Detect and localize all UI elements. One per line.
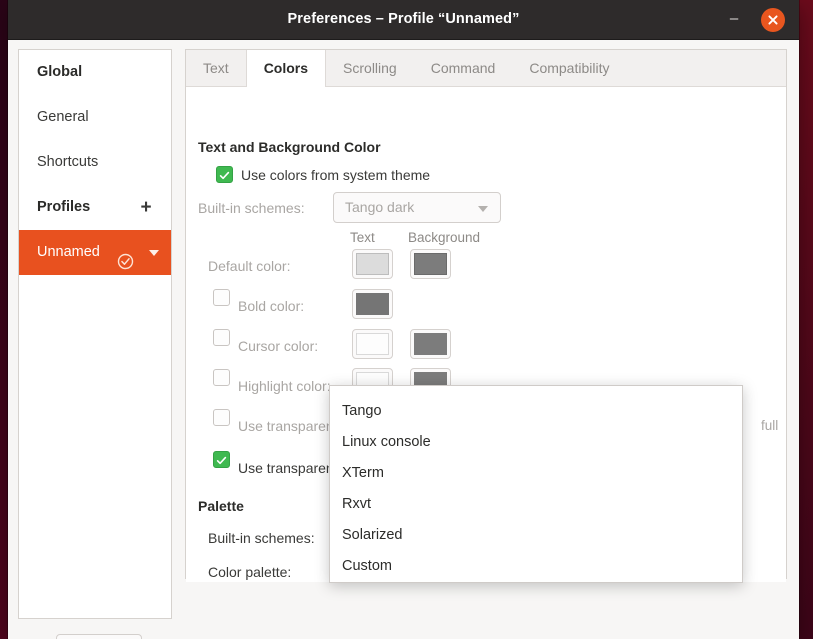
add-profile-button[interactable]: + — [137, 185, 155, 230]
tab-command[interactable]: Command — [414, 50, 513, 87]
tab-colors[interactable]: Colors — [245, 50, 327, 88]
sidebar-item-shortcuts[interactable]: Shortcuts — [19, 140, 171, 185]
text-bg-section-title: Text and Background Color — [198, 139, 381, 155]
sidebar-label-general: General — [37, 109, 89, 125]
tab-text[interactable]: Text — [186, 50, 246, 87]
tab-compatibility[interactable]: Compatibility — [512, 50, 626, 87]
bold-color-checkbox[interactable] — [213, 289, 230, 306]
builtin-schemes-dropdown-menu[interactable]: Tango Linux console XTerm Rxvt Solarized… — [329, 385, 743, 583]
tab-bar: Text Colors Scrolling Command Compatibil… — [186, 50, 786, 88]
use-system-theme-checkbox[interactable] — [216, 166, 233, 183]
use-transparent-background-checkbox-2[interactable] — [213, 451, 230, 468]
cursor-color-checkbox[interactable] — [213, 329, 230, 346]
column-header-background: Background — [408, 230, 481, 245]
menu-item-xterm[interactable]: XTerm — [330, 458, 742, 489]
use-transparent-background-checkbox-1[interactable] — [213, 409, 230, 426]
window-content: Global General Shortcuts Profiles + Unna… — [8, 40, 799, 639]
preferences-window: Preferences – Profile “Unnamed” – Global… — [8, 0, 799, 639]
sidebar-label-global: Global — [37, 64, 83, 80]
highlight-color-checkbox[interactable] — [213, 369, 230, 386]
builtin-schemes-value: Tango dark — [345, 199, 415, 215]
window-title: Preferences – Profile “Unnamed” — [287, 11, 520, 27]
sidebar: Global General Shortcuts Profiles + Unna… — [18, 49, 172, 619]
minimize-button[interactable]: – — [725, 11, 743, 29]
check-circle-icon — [117, 244, 134, 270]
close-button[interactable] — [761, 8, 785, 32]
default-background-color-button[interactable] — [410, 249, 451, 279]
sidebar-item-global[interactable]: Global — [19, 50, 171, 95]
column-header-text: Text — [350, 230, 375, 245]
cursor-text-color-button[interactable] — [352, 329, 393, 359]
menu-item-solarized[interactable]: Solarized — [330, 520, 742, 551]
default-color-label: Default color: — [208, 258, 291, 274]
default-text-color-swatch — [356, 253, 389, 275]
palette-schemes-label: Built-in schemes: — [208, 530, 315, 546]
transparency-full-label: full — [761, 418, 779, 433]
sidebar-label-unnamed: Unnamed — [37, 244, 100, 260]
highlight-color-label: Highlight color: — [238, 378, 331, 394]
chevron-down-icon — [478, 206, 488, 212]
bottom-action-button[interactable] — [56, 634, 142, 639]
check-icon — [216, 456, 227, 465]
menu-item-rxvt[interactable]: Rxvt — [330, 489, 742, 520]
sidebar-item-unnamed-profile[interactable]: Unnamed — [19, 230, 171, 275]
builtin-schemes-label: Built-in schemes: — [198, 200, 305, 216]
menu-item-custom[interactable]: Custom — [330, 551, 742, 582]
sidebar-label-shortcuts: Shortcuts — [37, 154, 99, 170]
tab-scrolling[interactable]: Scrolling — [326, 50, 414, 87]
titlebar: Preferences – Profile “Unnamed” – — [8, 0, 799, 40]
sidebar-item-profiles: Profiles + — [19, 185, 171, 230]
chevron-down-icon[interactable] — [149, 250, 159, 256]
check-icon — [219, 171, 230, 180]
cursor-background-color-button[interactable] — [410, 329, 451, 359]
default-background-color-swatch — [414, 253, 447, 275]
color-palette-label: Color palette: — [208, 564, 292, 580]
close-icon — [768, 15, 778, 25]
palette-section-title: Palette — [198, 498, 244, 514]
cursor-text-color-swatch — [356, 333, 389, 355]
sidebar-label-profiles: Profiles — [37, 199, 91, 215]
bold-text-color-button[interactable] — [352, 289, 393, 319]
sidebar-item-general[interactable]: General — [19, 95, 171, 140]
cursor-color-label: Cursor color: — [238, 338, 319, 354]
menu-item-linux-console[interactable]: Linux console — [330, 427, 742, 458]
default-text-color-button[interactable] — [352, 249, 393, 279]
bold-text-color-swatch — [356, 293, 389, 315]
cursor-background-color-swatch — [414, 333, 447, 355]
menu-item-tango[interactable]: Tango — [330, 396, 742, 427]
bold-color-label: Bold color: — [238, 298, 305, 314]
builtin-schemes-combobox[interactable]: Tango dark — [333, 192, 501, 223]
use-system-theme-label: Use colors from system theme — [241, 167, 431, 183]
